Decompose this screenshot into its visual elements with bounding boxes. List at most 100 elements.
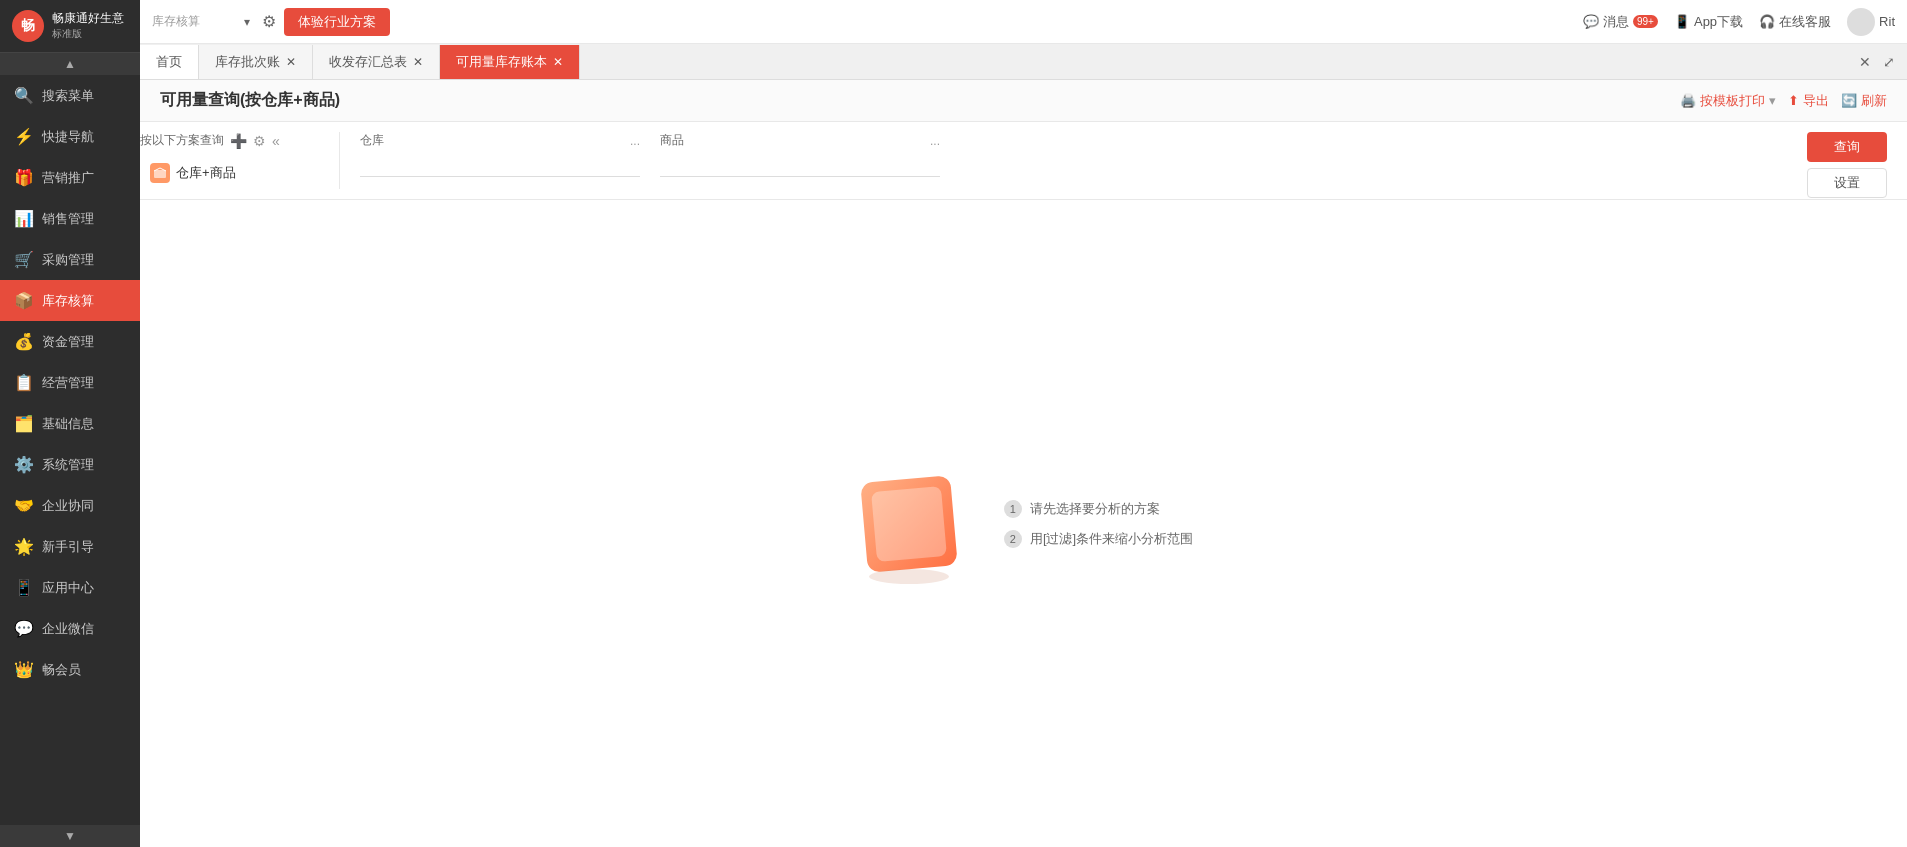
sidebar-item-quicknav[interactable]: ⚡ 快捷导航 xyxy=(0,116,140,157)
tab-available-label: 可用量库存账本 xyxy=(456,53,547,71)
product-input[interactable] xyxy=(660,153,940,177)
sidebar-item-member[interactable]: 👑 畅会员 xyxy=(0,649,140,690)
filter-field-warehouse-label: 仓库 ... xyxy=(360,132,640,149)
sidebar-scroll-up[interactable]: ▲ xyxy=(0,53,140,75)
tab-summary-label: 收发存汇总表 xyxy=(329,53,407,71)
print-icon: 🖨️ xyxy=(1680,93,1696,108)
sidebar-item-system[interactable]: ⚙️ 系统管理 xyxy=(0,444,140,485)
star-icon: 🌟 xyxy=(14,537,34,556)
gift-icon: 🎁 xyxy=(14,168,34,187)
empty-hint-2-text: 用[过滤]条件来缩小分析范围 xyxy=(1030,530,1193,548)
box-inner xyxy=(871,486,947,562)
sidebar-item-marketing[interactable]: 🎁 营销推广 xyxy=(0,157,140,198)
sidebar-item-label: 系统管理 xyxy=(42,456,94,474)
export-btn[interactable]: ⬆ 导出 xyxy=(1788,92,1829,110)
close-tab-btn[interactable]: ✕ xyxy=(1855,52,1875,72)
online-service-btn[interactable]: 🎧 在线客服 xyxy=(1759,13,1831,31)
product-more-btn[interactable]: ... xyxy=(930,134,940,148)
tab-batch-label: 库存批次账 xyxy=(215,53,280,71)
sidebar-item-label: 企业微信 xyxy=(42,620,94,638)
empty-hint-2: 2 用[过滤]条件来缩小分析范围 xyxy=(1004,530,1193,548)
print-template-btn[interactable]: 🖨️ 按模板打印 ▾ xyxy=(1680,92,1776,110)
sidebar-item-wechat[interactable]: 💬 企业微信 xyxy=(0,608,140,649)
phone-icon: 📱 xyxy=(14,578,34,597)
scheme-icon xyxy=(150,163,170,183)
query-button[interactable]: 查询 xyxy=(1807,132,1887,162)
basic-icon: 🗂️ xyxy=(14,414,34,433)
warehouse-input[interactable] xyxy=(360,153,640,177)
hint-num-2: 2 xyxy=(1004,530,1022,548)
filter-field-product-label: 商品 ... xyxy=(660,132,940,149)
tab-home[interactable]: 首页 xyxy=(140,45,199,79)
scheme-item-warehouse-product[interactable]: 仓库+商品 xyxy=(140,157,329,189)
sidebar-item-cooperation[interactable]: 🤝 企业协同 xyxy=(0,485,140,526)
sidebar-title: 畅康通好生意 xyxy=(52,11,124,27)
refresh-icon: 🔄 xyxy=(1841,93,1857,108)
inventory-icon: 📦 xyxy=(14,291,34,310)
wechat-icon: 💬 xyxy=(14,619,34,638)
empty-hints: 1 请先选择要分析的方案 2 用[过滤]条件来缩小分析范围 xyxy=(1004,500,1193,548)
empty-hint-1-text: 请先选择要分析的方案 xyxy=(1030,500,1160,518)
filter-row: 按以下方案查询 ➕ ⚙ « 仓库+商品 xyxy=(140,122,1907,200)
filter-field-warehouse: 仓库 ... xyxy=(360,132,640,177)
industry-plan-button[interactable]: 体验行业方案 xyxy=(284,8,390,36)
empty-state: 1 请先选择要分析的方案 2 用[过滤]条件来缩小分析范围 xyxy=(140,200,1907,847)
empty-hint-1: 1 请先选择要分析的方案 xyxy=(1004,500,1193,518)
tab-available-close[interactable]: ✕ xyxy=(553,56,563,68)
sidebar-item-appcenter[interactable]: 📱 应用中心 xyxy=(0,567,140,608)
svg-rect-0 xyxy=(154,170,166,178)
sidebar-item-label: 基础信息 xyxy=(42,415,94,433)
sidebar-item-purchase[interactable]: 🛒 采购管理 xyxy=(0,239,140,280)
service-icon: 🎧 xyxy=(1759,14,1775,29)
finance-icon: 💰 xyxy=(14,332,34,351)
breadcrumb-dropdown[interactable]: ▾ xyxy=(240,13,254,31)
sidebar-item-finance[interactable]: 💰 资金管理 xyxy=(0,321,140,362)
tab-batch-close[interactable]: ✕ xyxy=(286,56,296,68)
page-header: 可用量查询(按仓库+商品) 🖨️ 按模板打印 ▾ ⬆ 导出 🔄 刷新 xyxy=(140,80,1907,122)
message-btn[interactable]: 💬 消息 99+ xyxy=(1583,13,1658,31)
sidebar-item-search[interactable]: 🔍 搜索菜单 xyxy=(0,75,140,116)
settings-gear-icon[interactable]: ⚙ xyxy=(262,12,276,31)
warehouse-more-btn[interactable]: ... xyxy=(630,134,640,148)
manage-scheme-btn[interactable]: ⚙ xyxy=(253,133,266,149)
sidebar-item-sales[interactable]: 📊 销售管理 xyxy=(0,198,140,239)
add-scheme-btn[interactable]: ➕ xyxy=(230,133,247,149)
sidebar-scroll-down[interactable]: ▼ xyxy=(0,825,140,847)
page-header-actions: 🖨️ 按模板打印 ▾ ⬆ 导出 🔄 刷新 xyxy=(1680,92,1887,110)
avatar xyxy=(1847,8,1875,36)
sidebar-item-label: 经营管理 xyxy=(42,374,94,392)
sidebar-item-basic[interactable]: 🗂️ 基础信息 xyxy=(0,403,140,444)
tab-summary[interactable]: 收发存汇总表 ✕ xyxy=(313,45,440,79)
handshake-icon: 🤝 xyxy=(14,496,34,515)
sidebar-item-label: 采购管理 xyxy=(42,251,94,269)
sidebar-item-operations[interactable]: 📋 经营管理 xyxy=(0,362,140,403)
sidebar-item-inventory[interactable]: 📦 库存核算 xyxy=(0,280,140,321)
sidebar-item-label: 快捷导航 xyxy=(42,128,94,146)
scheme-item-label: 仓库+商品 xyxy=(176,164,236,182)
sidebar-edition: 标准版 xyxy=(52,27,124,41)
user-profile-btn[interactable]: Rit xyxy=(1847,8,1895,36)
filter-settings-button[interactable]: 设置 xyxy=(1807,168,1887,198)
topbar-right: 💬 消息 99+ 📱 App下载 🎧 在线客服 Rit xyxy=(1583,8,1895,36)
box-shadow xyxy=(869,569,949,584)
hint-num-1: 1 xyxy=(1004,500,1022,518)
tab-batch[interactable]: 库存批次账 ✕ xyxy=(199,45,313,79)
sidebar-brand: 畅康通好生意 标准版 xyxy=(52,11,124,41)
box-illustration xyxy=(860,475,958,573)
sidebar-item-label: 新手引导 xyxy=(42,538,94,556)
sidebar-item-label: 畅会员 xyxy=(42,661,81,679)
sidebar-item-newbie[interactable]: 🌟 新手引导 xyxy=(0,526,140,567)
sidebar-item-label: 搜索菜单 xyxy=(42,87,94,105)
export-icon: ⬆ xyxy=(1788,93,1799,108)
expand-tab-btn[interactable]: ⤢ xyxy=(1879,52,1899,72)
collapse-scheme-btn[interactable]: « xyxy=(272,133,280,149)
page-content: 可用量查询(按仓库+商品) 🖨️ 按模板打印 ▾ ⬆ 导出 🔄 刷新 xyxy=(140,80,1907,847)
app-download-btn[interactable]: 📱 App下载 xyxy=(1674,13,1743,31)
main-area: 库存核算 ▾ ⚙ 体验行业方案 💬 消息 99+ 📱 App下载 🎧 在线客服 … xyxy=(140,0,1907,847)
refresh-btn[interactable]: 🔄 刷新 xyxy=(1841,92,1887,110)
crown-icon: 👑 xyxy=(14,660,34,679)
tab-home-label: 首页 xyxy=(156,53,182,71)
tab-summary-close[interactable]: ✕ xyxy=(413,56,423,68)
tab-available[interactable]: 可用量库存账本 ✕ xyxy=(440,45,580,79)
sidebar-item-label: 销售管理 xyxy=(42,210,94,228)
